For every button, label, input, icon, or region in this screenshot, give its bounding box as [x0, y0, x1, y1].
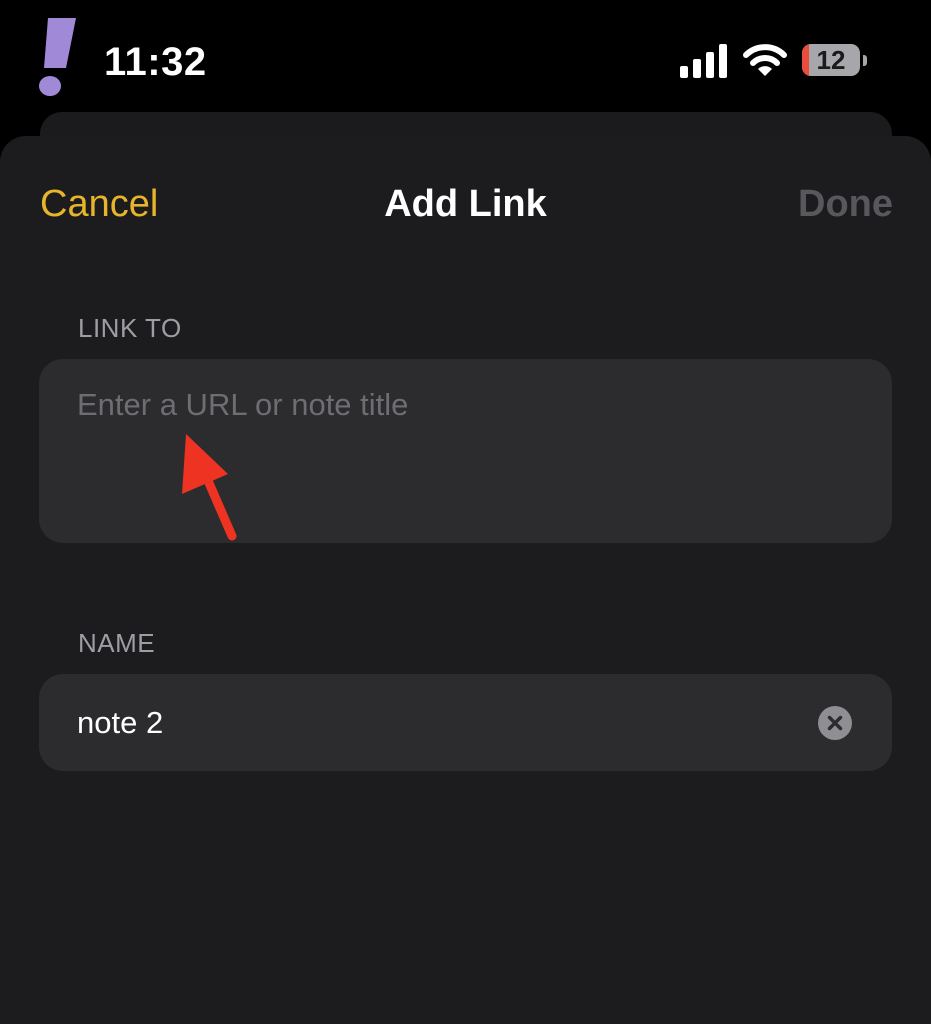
name-label: NAME	[78, 628, 156, 658]
status-bar: 11:32 12	[0, 0, 931, 120]
name-input[interactable]	[77, 698, 812, 748]
link-to-label: LINK TO	[78, 313, 182, 343]
add-link-sheet: Cancel Add Link Done LINK TO NAME	[0, 136, 931, 1024]
status-time: 11:32	[104, 40, 207, 84]
sheet-title: Add Link	[384, 183, 547, 225]
battery-icon: 12	[802, 44, 868, 78]
battery-level: 12	[816, 45, 846, 75]
red-arrow-icon	[182, 434, 237, 541]
clear-text-button[interactable]	[818, 706, 852, 740]
clear-x-circle-icon	[827, 715, 843, 731]
name-field[interactable]	[39, 674, 892, 771]
link-to-input[interactable]	[77, 381, 812, 429]
battery-body: 12	[802, 44, 860, 76]
exclamation-mark-icon	[39, 18, 76, 96]
done-button[interactable]: Done	[798, 182, 893, 226]
battery-tip	[863, 55, 867, 66]
wifi-icon	[743, 44, 787, 76]
link-to-field[interactable]	[39, 359, 892, 543]
cellular-signal-icon	[680, 44, 727, 78]
add-link-screen: 11:32 12 Cancel Add Link Done LINK TO En…	[0, 0, 931, 1024]
